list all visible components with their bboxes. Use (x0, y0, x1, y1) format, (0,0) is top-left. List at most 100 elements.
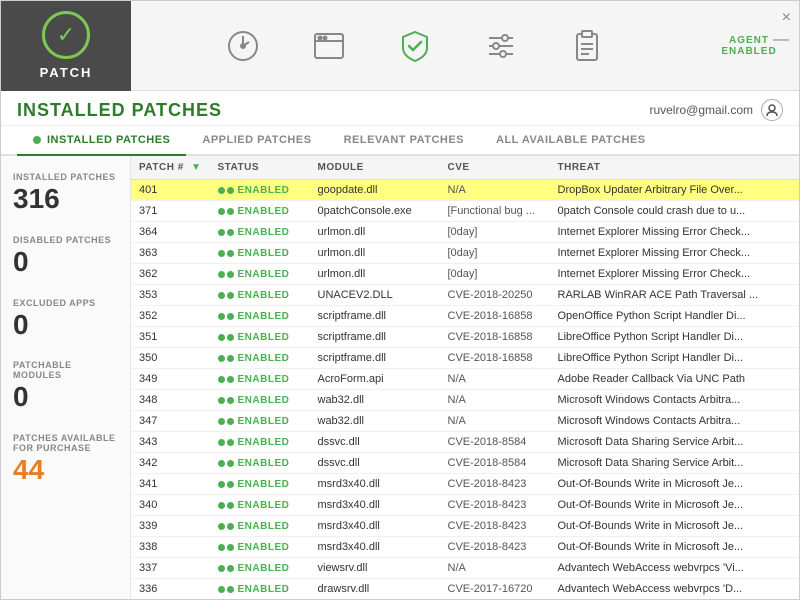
minimize-button[interactable]: — (773, 31, 789, 49)
stat-patchable-value: 0 (13, 382, 118, 413)
table-row[interactable]: 339ENABLEDmsrd3x40.dllCVE-2018-8423Out-O… (131, 516, 799, 537)
table-row[interactable]: 363ENABLEDurlmon.dll[0day]Internet Explo… (131, 243, 799, 264)
table-row[interactable]: 342ENABLEDdssvc.dllCVE-2018-8584Microsof… (131, 453, 799, 474)
stat-excluded: EXCLUDED APPS 0 (13, 298, 118, 341)
table-row[interactable]: 347ENABLEDwab32.dllN/AMicrosoft Windows … (131, 411, 799, 432)
cell-threat: DropBox Updater Arbitrary File Over... (550, 180, 800, 201)
nav-icons (131, 28, 699, 64)
stat-disabled-label: DISABLED PATCHES (13, 235, 118, 245)
stat-purchase: PATCHES AVAILABLE FOR PURCHASE 44 (13, 433, 118, 486)
cell-threat: OpenOffice Python Script Handler Di... (550, 306, 800, 327)
cell-cve: CVE-2018-16858 (440, 327, 550, 348)
stat-excluded-value: 0 (13, 310, 118, 341)
nav-shield[interactable] (397, 28, 433, 64)
cell-patch-num: 339 (131, 516, 210, 537)
table-row[interactable]: 349ENABLEDAcroForm.apiN/AAdobe Reader Ca… (131, 369, 799, 390)
tab-all-patches[interactable]: ALL AVAILABLE PATCHES (480, 126, 662, 156)
logo-checkmark-icon: ✓ (57, 22, 75, 48)
table-row[interactable]: 362ENABLEDurlmon.dll[0day]Internet Explo… (131, 264, 799, 285)
stat-disabled: DISABLED PATCHES 0 (13, 235, 118, 278)
app-name-label: PATCH (40, 65, 93, 80)
cell-cve: CVE-2018-8423 (440, 516, 550, 537)
table-row[interactable]: 343ENABLEDdssvc.dllCVE-2018-8584Microsof… (131, 432, 799, 453)
tab-installed-patches[interactable]: INSTALLED PATCHES (17, 126, 186, 156)
nav-clipboard[interactable] (569, 28, 605, 64)
table-row[interactable]: 351ENABLEDscriptframe.dllCVE-2018-16858L… (131, 327, 799, 348)
table-wrapper[interactable]: PATCH # ▼ STATUS MODULE CVE THREAT 401EN… (131, 156, 799, 599)
logo-section: ✓ PATCH (1, 1, 131, 91)
cell-patch-num: 371 (131, 201, 210, 222)
cell-module: 0patchConsole.exe (310, 201, 440, 222)
cell-module: scriptframe.dll (310, 306, 440, 327)
table-row[interactable]: 338ENABLEDmsrd3x40.dllCVE-2018-8423Out-O… (131, 537, 799, 558)
cell-module: scriptframe.dll (310, 348, 440, 369)
cell-module: scriptframe.dll (310, 327, 440, 348)
close-button[interactable]: × (782, 9, 791, 27)
tab-relevant-patches[interactable]: RELEVANT PATCHES (328, 126, 480, 156)
cell-module: msrd3x40.dll (310, 474, 440, 495)
cell-status: ENABLED (210, 306, 310, 327)
table-row[interactable]: 341ENABLEDmsrd3x40.dllCVE-2018-8423Out-O… (131, 474, 799, 495)
cell-status: ENABLED (210, 264, 310, 285)
cell-cve: CVE-2018-8584 (440, 453, 550, 474)
cell-threat: Microsoft Data Sharing Service Arbit... (550, 453, 800, 474)
cell-status: ENABLED (210, 432, 310, 453)
col-header-patch: PATCH # ▼ (131, 156, 210, 180)
user-icon[interactable] (761, 99, 783, 121)
cell-module: msrd3x40.dll (310, 516, 440, 537)
tabs-bar: INSTALLED PATCHES APPLIED PATCHES RELEVA… (1, 126, 799, 156)
cell-threat: RARLAB WinRAR ACE Path Traversal ... (550, 285, 800, 306)
cell-status: ENABLED (210, 285, 310, 306)
cell-cve: [0day] (440, 264, 550, 285)
cell-status: ENABLED (210, 369, 310, 390)
cell-threat: LibreOffice Python Script Handler Di... (550, 327, 800, 348)
cell-threat: Out-Of-Bounds Write in Microsoft Je... (550, 474, 800, 495)
cell-cve: N/A (440, 411, 550, 432)
cell-status: ENABLED (210, 222, 310, 243)
cell-cve: CVE-2018-16858 (440, 348, 550, 369)
table-row[interactable]: 371ENABLED0patchConsole.exe[Functional b… (131, 201, 799, 222)
nav-sliders[interactable] (483, 28, 519, 64)
cell-threat: LibreOffice Python Script Handler Di... (550, 348, 800, 369)
stat-installed-value: 316 (13, 184, 118, 215)
cell-module: msrd3x40.dll (310, 537, 440, 558)
table-row[interactable]: 352ENABLEDscriptframe.dllCVE-2018-16858O… (131, 306, 799, 327)
cell-module: urlmon.dll (310, 243, 440, 264)
cell-status: ENABLED (210, 474, 310, 495)
cell-cve: CVE-2018-16858 (440, 306, 550, 327)
cell-patch-num: 353 (131, 285, 210, 306)
table-row[interactable]: 336ENABLEDdrawsrv.dllCVE-2017-16720Advan… (131, 579, 799, 600)
cell-status: ENABLED (210, 327, 310, 348)
cell-cve: CVE-2018-8584 (440, 432, 550, 453)
cell-cve: N/A (440, 369, 550, 390)
table-row[interactable]: 337ENABLEDviewsrv.dllN/AAdvantech WebAcc… (131, 558, 799, 579)
cell-module: goopdate.dll (310, 180, 440, 201)
table-row[interactable]: 350ENABLEDscriptframe.dllCVE-2018-16858L… (131, 348, 799, 369)
table-row[interactable]: 364ENABLEDurlmon.dll[0day]Internet Explo… (131, 222, 799, 243)
cell-cve: CVE-2018-8423 (440, 474, 550, 495)
nav-dashboard[interactable] (225, 28, 261, 64)
stat-purchase-label: PATCHES AVAILABLE FOR PURCHASE (13, 433, 118, 453)
cell-status: ENABLED (210, 579, 310, 600)
cell-patch-num: 341 (131, 474, 210, 495)
stat-patchable-label: PATCHABLE MODULES (13, 360, 118, 380)
cell-threat: 0patch Console could crash due to u... (550, 201, 800, 222)
tab-applied-patches[interactable]: APPLIED PATCHES (186, 126, 327, 156)
table-row[interactable]: 401ENABLEDgoopdate.dllN/ADropBox Updater… (131, 180, 799, 201)
user-section: ruvelro@gmail.com (649, 99, 783, 121)
table-row[interactable]: 353ENABLEDUNACEV2.DLLCVE-2018-20250RARLA… (131, 285, 799, 306)
cell-status: ENABLED (210, 180, 310, 201)
nav-browser[interactable] (311, 28, 347, 64)
cell-patch-num: 362 (131, 264, 210, 285)
cell-module: urlmon.dll (310, 264, 440, 285)
table-row[interactable]: 340ENABLEDmsrd3x40.dllCVE-2018-8423Out-O… (131, 495, 799, 516)
cell-module: AcroForm.api (310, 369, 440, 390)
cell-threat: Out-Of-Bounds Write in Microsoft Je... (550, 495, 800, 516)
page-title: INSTALLED PATCHES (17, 100, 222, 121)
cell-module: msrd3x40.dll (310, 495, 440, 516)
col-header-threat: THREAT (550, 156, 800, 180)
table-row[interactable]: 348ENABLEDwab32.dllN/AMicrosoft Windows … (131, 390, 799, 411)
cell-patch-num: 347 (131, 411, 210, 432)
cell-module: dssvc.dll (310, 432, 440, 453)
cell-status: ENABLED (210, 390, 310, 411)
